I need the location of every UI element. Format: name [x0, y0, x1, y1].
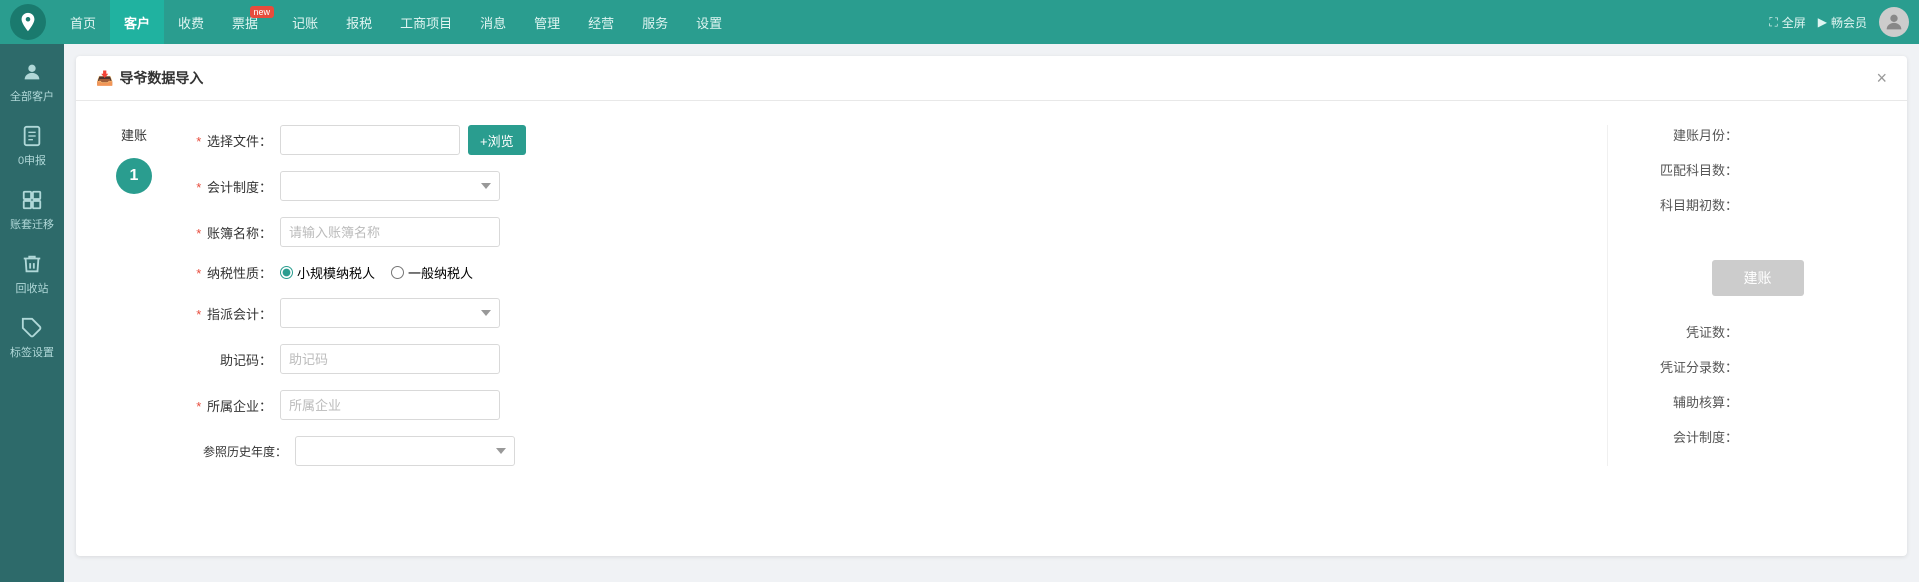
step-indicator: 建账 1 — [116, 125, 192, 466]
sidebar-label: 标签设置 — [10, 344, 54, 360]
avatar[interactable] — [1879, 7, 1909, 37]
sidebar-label: 0申报 — [18, 152, 46, 168]
memo-label: 助记码： — [192, 350, 272, 369]
accountant-label: * 指派会计： — [192, 304, 272, 323]
file-label: * 选择文件： — [192, 131, 272, 150]
history-year-label: 参照历史年度： — [192, 443, 287, 460]
step-label: 建账 — [121, 125, 147, 144]
import-panel: 📥 导爷数据导入 × 建账 1 * 选择文 — [76, 56, 1907, 556]
sidebar-item-all-clients[interactable]: 全部客户 — [2, 52, 62, 112]
sidebar-label: 回收站 — [16, 280, 49, 296]
sidebar-label: 账套迁移 — [10, 216, 54, 232]
declaration-icon — [20, 124, 44, 148]
person-icon — [20, 60, 44, 84]
nav-settings[interactable]: 设置 — [682, 0, 736, 44]
app-logo — [10, 4, 46, 40]
nav-accounting[interactable]: 记账 — [278, 0, 332, 44]
new-badge: new — [250, 6, 275, 18]
form-fields: * 选择文件： +浏览 * 会计制度： — [192, 125, 1607, 466]
sidebar: 全部客户 0申报 账套迁移 — [0, 44, 64, 582]
match-row: 匹配科目数： — [1648, 160, 1867, 179]
sidebar-label: 全部客户 — [10, 88, 54, 104]
fullscreen-button[interactable]: ⛶ 全屏 — [1769, 14, 1805, 31]
voucher-entry-row: 凭证分录数： — [1648, 357, 1867, 376]
aux-row: 辅助核算： — [1648, 392, 1867, 411]
accountant-select[interactable] — [280, 298, 500, 328]
system-label: 会计制度： — [1648, 427, 1738, 446]
step-badge: 1 — [116, 158, 152, 194]
accounting-system-label: * 会计制度： — [192, 177, 272, 196]
tax-type-row: * 纳税性质： 小规模纳税人 一般纳税人 — [192, 263, 1607, 282]
sidebar-item-tag-settings[interactable]: 标签设置 — [2, 308, 62, 368]
company-label: * 所属企业： — [192, 396, 272, 415]
file-input[interactable] — [280, 125, 460, 155]
voucher-entry-label: 凭证分录数： — [1648, 357, 1738, 376]
tax-type-label: * 纳税性质： — [192, 263, 272, 282]
ledger-name-row: * 账簿名称： — [192, 217, 1607, 247]
nav-tax[interactable]: 报税 — [332, 0, 386, 44]
nav-home[interactable]: 首页 — [56, 0, 110, 44]
ledger-name-label: * 账簿名称： — [192, 223, 272, 242]
import-icon: 📥 — [96, 70, 113, 87]
accounting-system-select[interactable] — [280, 171, 500, 201]
nav-bizproject[interactable]: 工商项目 — [386, 0, 466, 44]
top-navigation: 首页 客户 收费 票据 new 记账 报税 工商项目 消息 管理 经营 服务 设… — [0, 0, 1919, 44]
sidebar-item-declarations[interactable]: 0申报 — [2, 116, 62, 176]
accountant-row: * 指派会计： — [192, 298, 1607, 328]
accounting-system-row: * 会计制度： — [192, 171, 1607, 201]
main-layout: 全部客户 0申报 账套迁移 — [0, 44, 1919, 582]
initial-label: 科目期初数： — [1648, 195, 1738, 214]
vip-button[interactable]: ▶ 畅会员 — [1818, 14, 1867, 31]
vip-icon: ▶ — [1818, 15, 1827, 29]
file-row: * 选择文件： +浏览 — [192, 125, 1607, 155]
form-container: 建账 1 * 选择文件： +浏览 — [76, 101, 1907, 490]
tax-radio-group: 小规模纳税人 一般纳税人 — [280, 263, 473, 282]
nav-items: 首页 客户 收费 票据 new 记账 报税 工商项目 消息 管理 经营 服务 设… — [56, 0, 1769, 44]
voucher-count-row: 凭证数： — [1648, 322, 1867, 341]
aux-label: 辅助核算： — [1648, 392, 1738, 411]
fullscreen-icon: ⛶ — [1769, 15, 1777, 30]
initial-row: 科目期初数： — [1648, 195, 1867, 214]
migration-icon — [20, 188, 44, 212]
nav-billing[interactable]: 收费 — [164, 0, 218, 44]
nav-service[interactable]: 服务 — [628, 0, 682, 44]
memo-input[interactable] — [280, 344, 500, 374]
info-panel: 建账月份： 匹配科目数： 科目期初数： 建账 凭证 — [1607, 125, 1867, 466]
panel-header: 📥 导爷数据导入 × — [76, 56, 1907, 101]
general-tax-option[interactable]: 一般纳税人 — [391, 263, 473, 282]
history-year-row: 参照历史年度： — [192, 436, 1607, 466]
vip-label: 畅会员 — [1831, 14, 1867, 31]
nav-invoice[interactable]: 票据 new — [218, 0, 278, 44]
system-row: 会计制度： — [1648, 427, 1867, 446]
create-account-button[interactable]: 建账 — [1712, 260, 1804, 296]
nav-customer[interactable]: 客户 — [110, 0, 164, 44]
match-label: 匹配科目数： — [1648, 160, 1738, 179]
ledger-name-input[interactable] — [280, 217, 500, 247]
tag-icon — [20, 316, 44, 340]
nav-operation[interactable]: 经营 — [574, 0, 628, 44]
small-tax-option[interactable]: 小规模纳税人 — [280, 263, 375, 282]
content-area: 📥 导爷数据导入 × 建账 1 * 选择文 — [64, 44, 1919, 582]
nav-message[interactable]: 消息 — [466, 0, 520, 44]
month-label: 建账月份： — [1648, 125, 1738, 144]
voucher-count-label: 凭证数： — [1648, 322, 1738, 341]
history-year-select[interactable] — [295, 436, 515, 466]
company-input[interactable] — [280, 390, 500, 420]
browse-button[interactable]: +浏览 — [468, 125, 526, 155]
nav-management[interactable]: 管理 — [520, 0, 574, 44]
sidebar-item-account-migration[interactable]: 账套迁移 — [2, 180, 62, 240]
fullscreen-label: 全屏 — [1782, 14, 1806, 31]
sidebar-item-trash[interactable]: 回收站 — [2, 244, 62, 304]
company-row: * 所属企业： — [192, 390, 1607, 420]
nav-right: ⛶ 全屏 ▶ 畅会员 — [1769, 7, 1909, 37]
memo-row: 助记码： — [192, 344, 1607, 374]
close-button[interactable]: × — [1876, 69, 1887, 87]
month-row: 建账月份： — [1648, 125, 1867, 144]
panel-title: 📥 导爷数据导入 — [96, 68, 203, 88]
trash-icon — [20, 252, 44, 276]
